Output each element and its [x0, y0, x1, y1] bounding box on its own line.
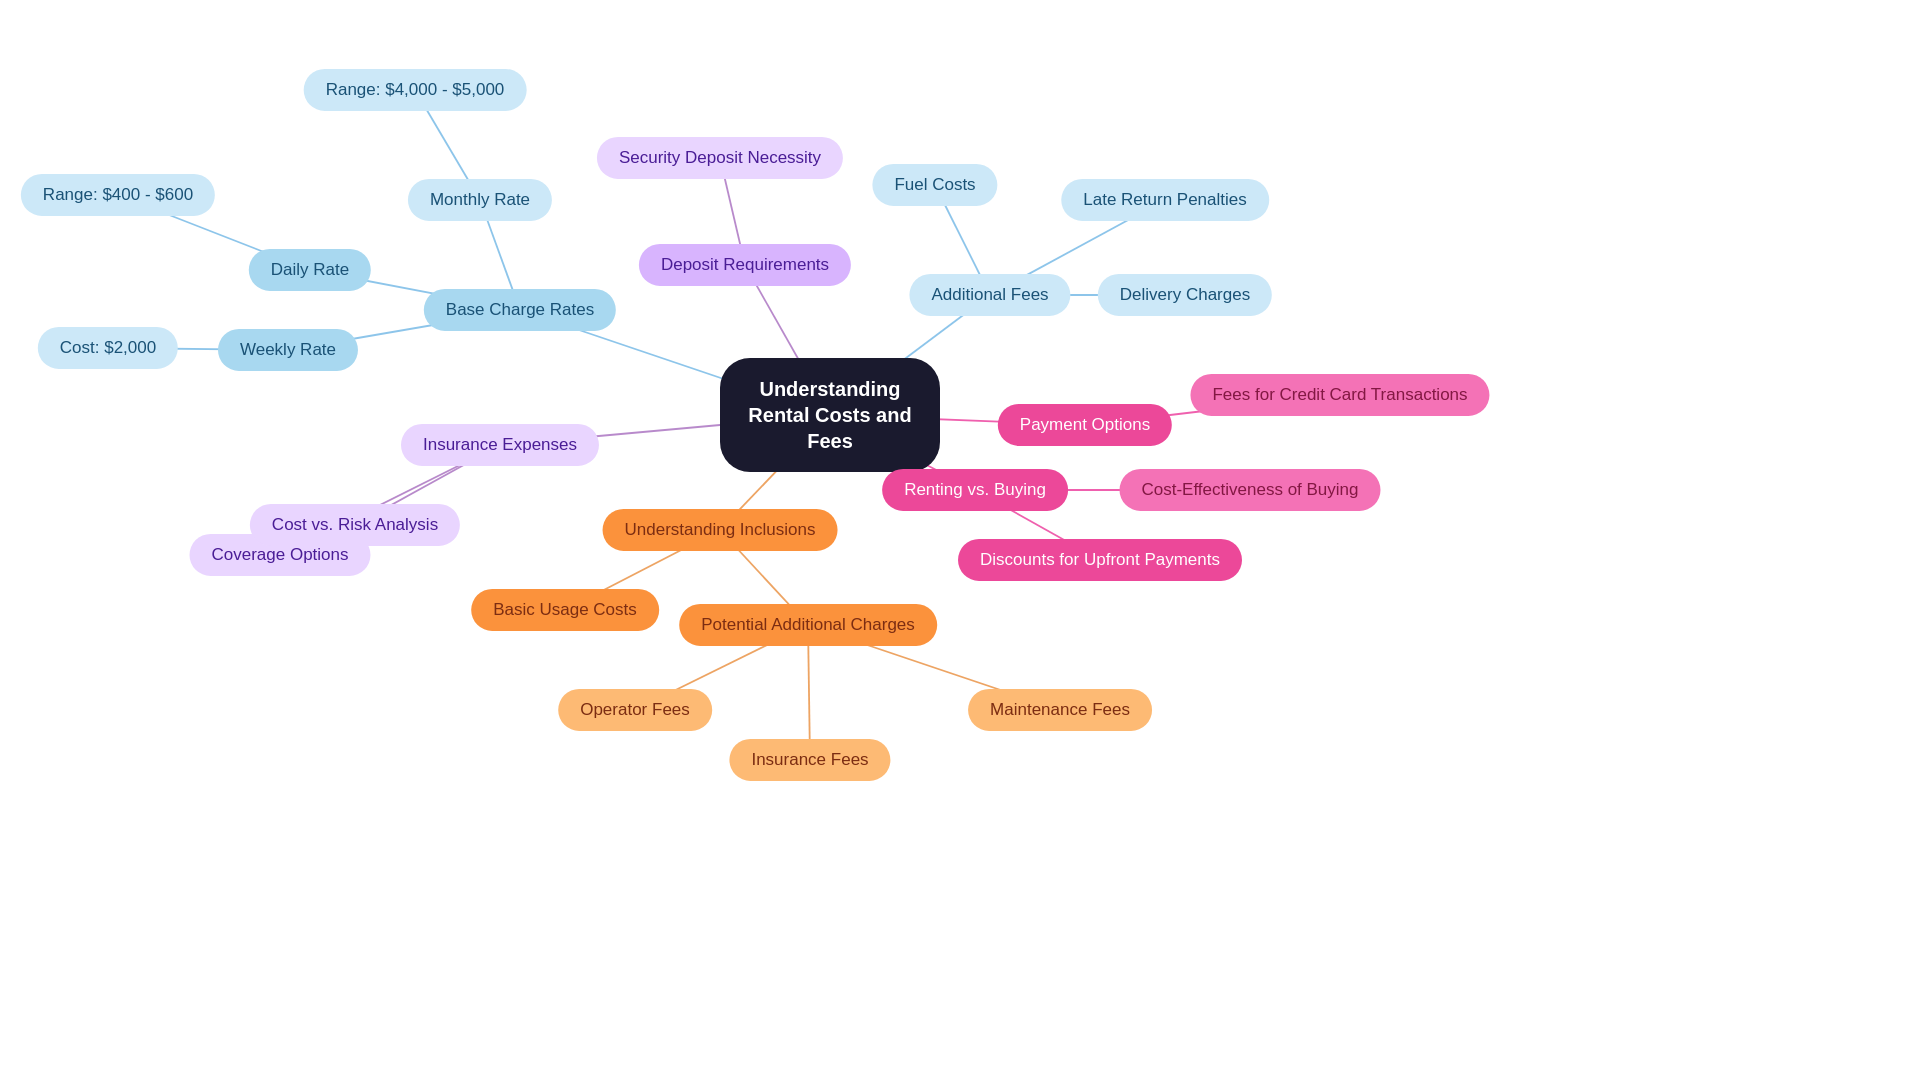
node-insuranceFees[interactable]: Insurance Fees — [729, 739, 890, 781]
node-additionalFees[interactable]: Additional Fees — [909, 274, 1070, 316]
node-maintenanceFees[interactable]: Maintenance Fees — [968, 689, 1152, 731]
node-weeklyRate[interactable]: Weekly Rate — [218, 329, 358, 371]
node-paymentOptions[interactable]: Payment Options — [998, 404, 1172, 446]
node-rentingVsBuying[interactable]: Renting vs. Buying — [882, 469, 1068, 511]
node-securityDeposit[interactable]: Security Deposit Necessity — [597, 137, 843, 179]
node-costWeeklyVal[interactable]: Cost: $2,000 — [38, 327, 178, 369]
mindmap-container: Understanding Rental Costs and Fees Base … — [0, 0, 1920, 1083]
node-potentialAdditionalCharges[interactable]: Potential Additional Charges — [679, 604, 937, 646]
node-rangeMonthlyVal[interactable]: Range: $4,000 - $5,000 — [304, 69, 527, 111]
node-deliveryCharges[interactable]: Delivery Charges — [1098, 274, 1272, 316]
node-rangeDailyVal[interactable]: Range: $400 - $600 — [21, 174, 215, 216]
node-costVsRisk[interactable]: Cost vs. Risk Analysis — [250, 504, 460, 546]
node-insuranceExpenses[interactable]: Insurance Expenses — [401, 424, 599, 466]
node-lateReturnPenalties[interactable]: Late Return Penalties — [1061, 179, 1269, 221]
node-basicUsageCosts[interactable]: Basic Usage Costs — [471, 589, 659, 631]
node-feesForCreditCard[interactable]: Fees for Credit Card Transactions — [1190, 374, 1489, 416]
node-monthlyRate[interactable]: Monthly Rate — [408, 179, 552, 221]
node-operatorFees[interactable]: Operator Fees — [558, 689, 712, 731]
node-costEffectiveness[interactable]: Cost-Effectiveness of Buying — [1119, 469, 1380, 511]
node-fuelCosts[interactable]: Fuel Costs — [872, 164, 997, 206]
node-discountsUpfront[interactable]: Discounts for Upfront Payments — [958, 539, 1242, 581]
node-dailyRate[interactable]: Daily Rate — [249, 249, 371, 291]
node-center[interactable]: Understanding Rental Costs and Fees — [720, 358, 940, 472]
node-depositRequirements[interactable]: Deposit Requirements — [639, 244, 851, 286]
node-understandingInclusions[interactable]: Understanding Inclusions — [603, 509, 838, 551]
node-baseChargeRates[interactable]: Base Charge Rates — [424, 289, 616, 331]
